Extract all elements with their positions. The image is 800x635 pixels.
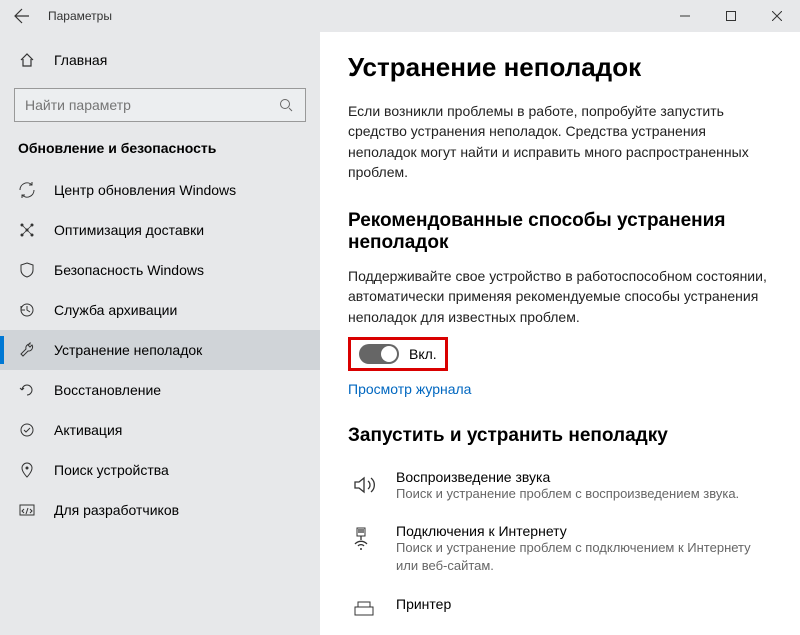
sidebar-item-label: Оптимизация доставки	[54, 222, 204, 238]
sidebar-item-label: Восстановление	[54, 382, 161, 398]
recommended-heading: Рекомендованные способы устранения непол…	[348, 210, 768, 254]
toggle-label: Вкл.	[409, 346, 437, 362]
shield-icon	[18, 262, 36, 278]
arrow-left-icon	[14, 8, 30, 24]
home-nav[interactable]: Главная	[0, 44, 320, 76]
troubleshooter-title: Принтер	[396, 596, 451, 612]
sync-icon	[18, 182, 36, 198]
close-button[interactable]	[754, 0, 800, 32]
close-icon	[772, 11, 782, 21]
minimize-button[interactable]	[662, 0, 708, 32]
sidebar-item-developers[interactable]: Для разработчиков	[0, 490, 320, 530]
troubleshooter-desc: Поиск и устранение проблем с подключение…	[396, 539, 768, 575]
wrench-icon	[18, 342, 36, 358]
troubleshooter-audio[interactable]: Воспроизведение звука Поиск и устранение…	[348, 459, 768, 513]
code-icon	[18, 502, 36, 518]
troubleshooter-desc: Поиск и устранение проблем с воспроизвед…	[396, 485, 739, 503]
back-button[interactable]	[0, 0, 44, 32]
search-box[interactable]	[14, 88, 306, 122]
recovery-icon	[18, 382, 36, 398]
troubleshooter-internet[interactable]: Подключения к Интернету Поиск и устранен…	[348, 513, 768, 585]
intro-text: Если возникли проблемы в работе, попробу…	[348, 101, 768, 182]
sidebar-item-label: Безопасность Windows	[54, 262, 204, 278]
page-title: Устранение неполадок	[348, 52, 772, 83]
titlebar: Параметры	[0, 0, 800, 32]
troubleshooter-printer[interactable]: Принтер	[348, 586, 768, 635]
sidebar: Главная Обновление и безопасность Центр …	[0, 32, 320, 635]
sidebar-item-findmydevice[interactable]: Поиск устройства	[0, 450, 320, 490]
sidebar-item-security[interactable]: Безопасность Windows	[0, 250, 320, 290]
speaker-icon	[348, 469, 380, 501]
recommended-toggle[interactable]	[359, 344, 399, 364]
search-input[interactable]	[25, 97, 279, 113]
maximize-button[interactable]	[708, 0, 754, 32]
troubleshooter-title: Воспроизведение звука	[396, 469, 739, 485]
maximize-icon	[726, 11, 736, 21]
toggle-knob	[381, 346, 397, 362]
window-title: Параметры	[44, 9, 662, 23]
section-title: Обновление и безопасность	[0, 140, 320, 170]
printer-icon	[348, 596, 380, 628]
home-label: Главная	[54, 52, 107, 68]
delivery-icon	[18, 222, 36, 238]
key-icon	[18, 422, 36, 438]
content: Устранение неполадок Если возникли пробл…	[320, 32, 800, 635]
sidebar-item-label: Устранение неполадок	[54, 342, 202, 358]
toggle-highlight: Вкл.	[348, 337, 448, 371]
sidebar-item-label: Поиск устройства	[54, 462, 169, 478]
troubleshooter-title: Подключения к Интернету	[396, 523, 768, 539]
recommended-text: Поддерживайте свое устройство в работосп…	[348, 266, 768, 327]
backup-icon	[18, 302, 36, 318]
sidebar-item-label: Для разработчиков	[54, 502, 179, 518]
home-icon	[18, 52, 36, 68]
sidebar-item-label: Активация	[54, 422, 122, 438]
sidebar-item-troubleshoot[interactable]: Устранение неполадок	[0, 330, 320, 370]
minimize-icon	[680, 11, 690, 21]
sidebar-item-label: Центр обновления Windows	[54, 182, 236, 198]
history-link[interactable]: Просмотр журнала	[348, 381, 772, 397]
sidebar-item-activation[interactable]: Активация	[0, 410, 320, 450]
location-icon	[18, 462, 36, 478]
wifi-icon	[348, 523, 380, 555]
sidebar-item-update[interactable]: Центр обновления Windows	[0, 170, 320, 210]
search-icon	[279, 98, 295, 112]
run-heading: Запустить и устранить неполадку	[348, 425, 768, 447]
sidebar-item-backup[interactable]: Служба архивации	[0, 290, 320, 330]
sidebar-item-label: Служба архивации	[54, 302, 177, 318]
sidebar-item-recovery[interactable]: Восстановление	[0, 370, 320, 410]
sidebar-item-delivery[interactable]: Оптимизация доставки	[0, 210, 320, 250]
